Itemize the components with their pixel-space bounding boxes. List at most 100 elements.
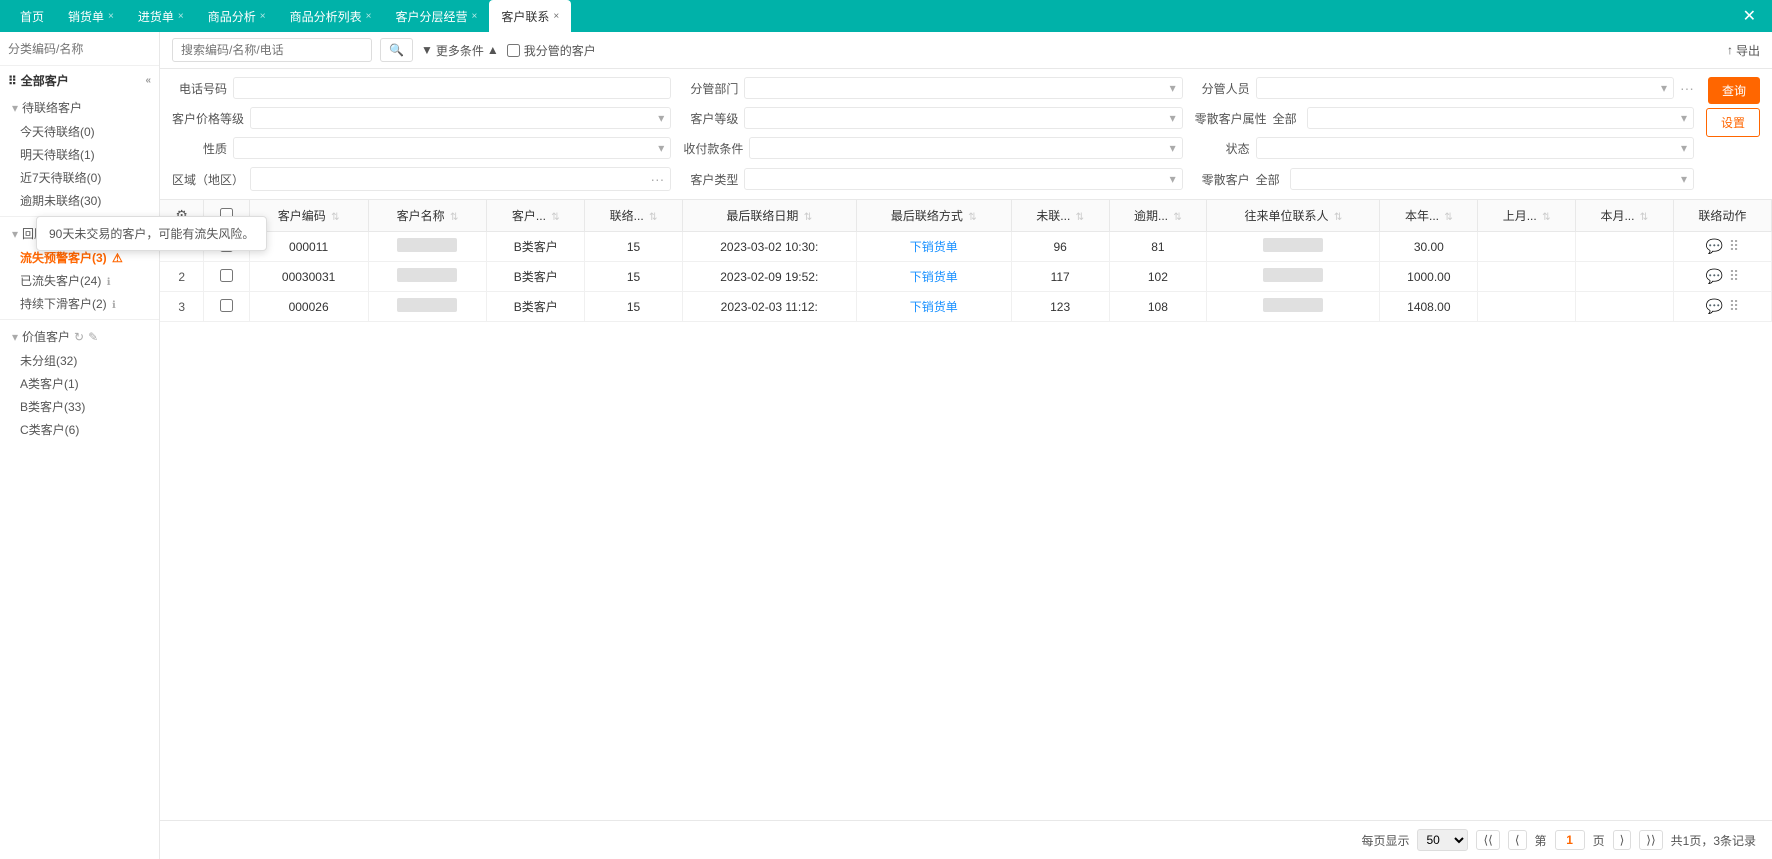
td-cb-2[interactable] [204,292,249,322]
th-last-method[interactable]: 最后联络方式 ⇅ [856,200,1011,232]
prev-page-btn[interactable]: ⟨ [1508,830,1527,850]
grade-select[interactable]: ▾ [744,107,1182,129]
first-page-btn[interactable]: ⟨⟨ [1476,830,1499,850]
td-seq-2: 3 [160,292,204,322]
gender-select[interactable]: ▾ [233,137,671,159]
manager-more-icon[interactable]: ··· [1680,80,1694,96]
sidebar-item-overdue[interactable]: 逾期未联络(30) [0,189,159,212]
row-checkbox-1[interactable] [220,269,233,282]
td-contact-count-2: 15 [585,292,683,322]
sidebar-search-area: 🔍 [0,32,159,66]
info-icon: ℹ [107,277,111,288]
advanced-filter-panel: 电话号码 分管部门 ▾ 分管人员 ▾ ··· 查询 [160,69,1772,200]
phone-input[interactable] [233,77,671,99]
chat-icon-0[interactable]: 💬 [1705,238,1722,255]
tab-sales-close[interactable]: × [108,11,114,22]
th-contact-count[interactable]: 联络... ⇅ [585,200,683,232]
last-page-btn[interactable]: ⟩⟩ [1639,830,1662,850]
th-this-year[interactable]: 本年... ⇅ [1380,200,1478,232]
th-last-date[interactable]: 最后联络日期 ⇅ [682,200,856,232]
td-last-date-2: 2023-02-03 11:12: [682,292,856,322]
tab-analysis-list[interactable]: 商品分析列表 × [278,0,384,32]
td-last-method-2[interactable]: 下销货单 [856,292,1011,322]
th-this-month[interactable]: 本月... ⇅ [1575,200,1673,232]
chat-icon-2[interactable]: 💬 [1705,298,1722,315]
sidebar-all-customers[interactable]: ⠿ 全部客户 « [0,66,159,95]
th-type[interactable]: 客户... ⇅ [487,200,585,232]
sidebar-item-ungrouped[interactable]: 未分组(32) [0,349,159,372]
td-actions-2: 💬 ⠿ [1673,292,1771,322]
contact-method-link-1[interactable]: 下销货单 [910,270,958,284]
sidebar-group-value-label: 价值客户 [22,328,70,345]
tab-analysis-close[interactable]: × [260,11,266,22]
td-cb-1[interactable] [204,262,249,292]
search-input[interactable] [172,38,372,62]
tab-customer-layer[interactable]: 客户分层经营 × [383,0,489,32]
manager-select[interactable]: ▾ [1256,77,1674,99]
tab-customer-contact[interactable]: 客户联系 × [489,0,571,32]
my-customers-checkbox[interactable] [507,44,520,57]
sidebar-item-b-class[interactable]: B类客户(33) [0,395,159,418]
th-contact-person[interactable]: 往来单位联系人 ⇅ [1207,200,1380,232]
td-last-method-0[interactable]: 下销货单 [856,232,1011,262]
th-uncontacted[interactable]: 未联... ⇅ [1011,200,1109,232]
contact-method-link-2[interactable]: 下销货单 [910,300,958,314]
row-checkbox-2[interactable] [220,299,233,312]
sidebar-group-value[interactable]: ▾ 价值客户 ↻ ✎ [0,324,159,349]
region-more[interactable]: ··· [650,171,664,187]
sidebar-group-pending[interactable]: ▾ 待联络客户 [0,95,159,120]
tab-customer-contact-close[interactable]: × [553,11,559,22]
arrow-icon: ▾ [12,101,18,115]
tab-sales[interactable]: 销货单 × [56,0,126,32]
th-overdue[interactable]: 逾期... ⇅ [1109,200,1207,232]
payment-select[interactable]: ▾ [749,137,1182,159]
tab-customer-layer-close[interactable]: × [471,11,477,22]
td-name-1 [368,262,487,292]
per-page-select[interactable]: 50 100 200 [1417,829,1468,851]
sidebar-item-a-class[interactable]: A类客户(1) [0,372,159,395]
price-grade-select[interactable]: ▾ [250,107,671,129]
page-input[interactable] [1555,830,1585,850]
tab-purchase[interactable]: 进货单 × [126,0,196,32]
th-name[interactable]: 客户名称 ⇅ [368,200,487,232]
more-conditions-btn[interactable]: ▼ 更多条件 ▲ [421,42,499,59]
zero-customer-select[interactable]: ▾ [1290,168,1694,190]
zero-attr-select[interactable]: ▾ [1307,107,1694,129]
region-select[interactable]: ··· [250,167,671,191]
status-select[interactable]: ▾ [1256,137,1694,159]
more-icon-1[interactable]: ⠿ [1729,268,1739,285]
tab-purchase-close[interactable]: × [178,11,184,22]
chat-icon-1[interactable]: 💬 [1705,268,1722,285]
export-button[interactable]: ↑ 导出 [1727,42,1760,59]
grid-icon: ⠿ [8,74,17,88]
th-last-month[interactable]: 上月... ⇅ [1478,200,1576,232]
tab-home-label: 首页 [20,8,44,25]
my-customers-checkbox-label[interactable]: 我分管的客户 [507,42,596,59]
next-page-btn[interactable]: ⟩ [1613,830,1632,850]
tab-analysis[interactable]: 商品分析 × [196,0,278,32]
more-icon-2[interactable]: ⠿ [1729,298,1739,315]
td-last-method-1[interactable]: 下销货单 [856,262,1011,292]
customer-type-select[interactable]: ▾ [744,168,1182,190]
sidebar-item-lost[interactable]: 已流失客户(24) ℹ [0,269,159,292]
all-customers-label: 全部客户 [21,72,69,89]
department-select[interactable]: ▾ [744,77,1182,99]
refresh-icon[interactable]: ↻ [74,330,84,344]
action-icons-0: 💬 ⠿ [1682,238,1763,255]
sidebar-item-tomorrow[interactable]: 明天待联络(1) [0,143,159,166]
sidebar-item-7days[interactable]: 近7天待联络(0) [0,166,159,189]
edit-icon[interactable]: ✎ [88,330,98,344]
tab-analysis-list-close[interactable]: × [366,11,372,22]
sidebar-item-c-class[interactable]: C类客户(6) [0,418,159,441]
td-uncontacted-0: 96 [1011,232,1109,262]
more-icon-0[interactable]: ⠿ [1729,238,1739,255]
search-button[interactable]: 🔍 [380,38,413,62]
sidebar-item-today[interactable]: 今天待联络(0) [0,120,159,143]
settings-button[interactable]: 设置 [1706,108,1760,137]
contact-method-link-0[interactable]: 下销货单 [910,240,958,254]
sidebar-search-input[interactable] [8,42,160,56]
window-close-button[interactable]: ✕ [1735,6,1764,26]
query-button[interactable]: 查询 [1708,77,1760,104]
tab-home[interactable]: 首页 [8,0,56,32]
sidebar-item-declining[interactable]: 持续下滑客户(2) ℹ [0,292,159,315]
